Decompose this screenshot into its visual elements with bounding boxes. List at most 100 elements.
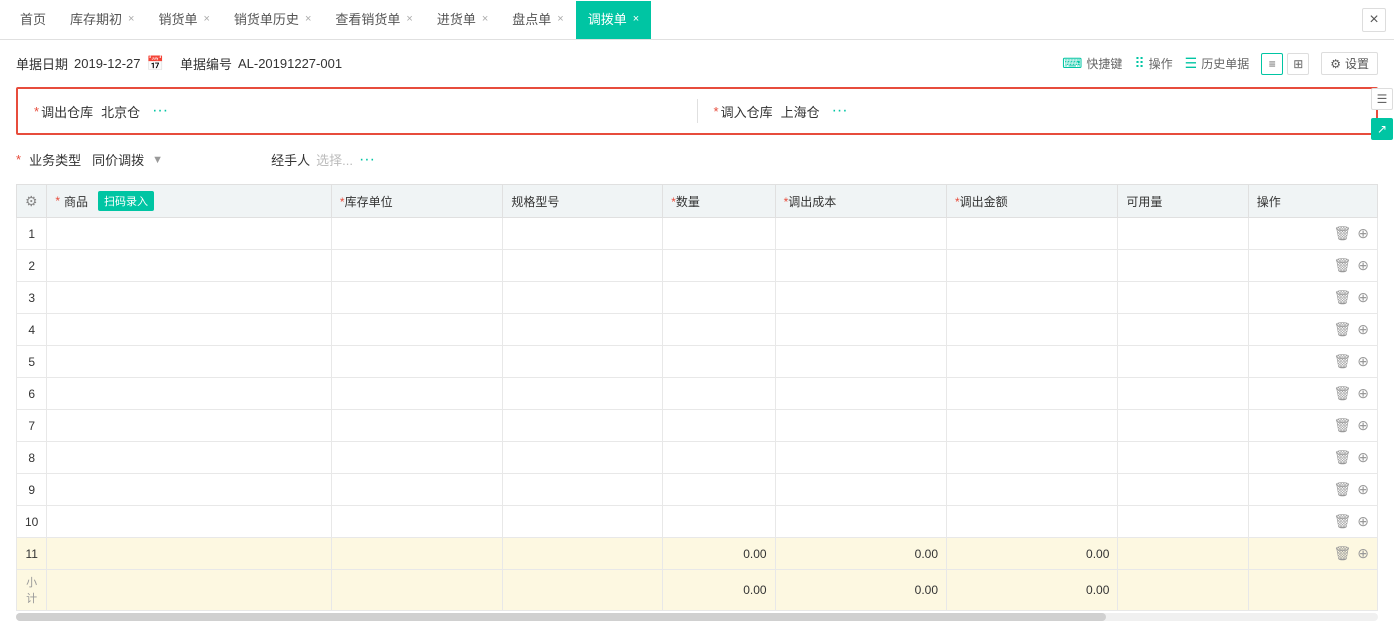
copy-icon-11[interactable]: ⊕ <box>1357 545 1369 562</box>
cell-amount-2[interactable] <box>947 250 1118 282</box>
cell-product-11[interactable] <box>47 538 332 570</box>
cell-product-1[interactable] <box>47 218 332 250</box>
cell-amount-4[interactable] <box>947 314 1118 346</box>
date-value[interactable]: 2019-12-27 <box>74 56 141 71</box>
cell-qty-1[interactable] <box>663 218 775 250</box>
view-toggle-list-button[interactable]: ≡ <box>1261 53 1283 75</box>
cell-qty-2[interactable] <box>663 250 775 282</box>
delete-icon-9[interactable]: 🗑 <box>1333 481 1351 498</box>
transfer-in-more-button[interactable]: ··· <box>832 102 848 120</box>
copy-icon-6[interactable]: ⊕ <box>1357 385 1369 402</box>
delete-icon-8[interactable]: 🗑 <box>1333 449 1351 466</box>
tab-home[interactable]: 首页 <box>8 1 58 39</box>
cell-cost-8[interactable] <box>775 442 946 474</box>
cell-qty-10[interactable] <box>663 506 775 538</box>
cell-available-9[interactable] <box>1118 474 1248 506</box>
cell-cost-6[interactable] <box>775 378 946 410</box>
cell-spec-2[interactable] <box>503 250 663 282</box>
cell-qty-9[interactable] <box>663 474 775 506</box>
tab-sales-order[interactable]: 销货单 × <box>146 1 221 39</box>
close-tab-view-sales[interactable]: × <box>406 13 412 25</box>
shortcut-button[interactable]: ⌨ 快捷键 <box>1062 55 1122 72</box>
cell-spec-6[interactable] <box>503 378 663 410</box>
delete-icon-11[interactable]: 🗑 <box>1333 545 1351 562</box>
cell-spec-7[interactable] <box>503 410 663 442</box>
cell-qty-7[interactable] <box>663 410 775 442</box>
view-toggle-grid-button[interactable]: ⊞ <box>1287 53 1309 75</box>
table-settings-icon[interactable]: ⚙ <box>25 193 38 209</box>
cell-product-3[interactable] <box>47 282 332 314</box>
cell-unit-10[interactable] <box>331 506 502 538</box>
scan-entry-button[interactable]: 扫码录入 <box>98 191 154 211</box>
cell-cost-9[interactable] <box>775 474 946 506</box>
cell-product-2[interactable] <box>47 250 332 282</box>
copy-icon-7[interactable]: ⊕ <box>1357 417 1369 434</box>
close-tab-inventory[interactable]: × <box>557 13 563 25</box>
cell-amount-7[interactable] <box>947 410 1118 442</box>
cell-available-3[interactable] <box>1118 282 1248 314</box>
delete-icon-6[interactable]: 🗑 <box>1333 385 1351 402</box>
cell-unit-5[interactable] <box>331 346 502 378</box>
cell-product-8[interactable] <box>47 442 332 474</box>
tab-inventory[interactable]: 盘点单 × <box>500 1 575 39</box>
cell-unit-7[interactable] <box>331 410 502 442</box>
cell-amount-1[interactable] <box>947 218 1118 250</box>
transfer-out-more-button[interactable]: ··· <box>152 102 168 120</box>
copy-icon-3[interactable]: ⊕ <box>1357 289 1369 306</box>
cell-available-2[interactable] <box>1118 250 1248 282</box>
cell-product-5[interactable] <box>47 346 332 378</box>
operation-button[interactable]: ⠿ 操作 <box>1134 55 1172 72</box>
cell-available-1[interactable] <box>1118 218 1248 250</box>
cell-amount-5[interactable] <box>947 346 1118 378</box>
cell-spec-8[interactable] <box>503 442 663 474</box>
copy-icon-1[interactable]: ⊕ <box>1357 225 1369 242</box>
cell-cost-3[interactable] <box>775 282 946 314</box>
delete-icon-2[interactable]: 🗑 <box>1333 257 1351 274</box>
delete-icon-4[interactable]: 🗑 <box>1333 321 1351 338</box>
delete-icon-10[interactable]: 🗑 <box>1333 513 1351 530</box>
tab-sales-history[interactable]: 销货单历史 × <box>222 1 323 39</box>
cell-product-4[interactable] <box>47 314 332 346</box>
copy-icon-8[interactable]: ⊕ <box>1357 449 1369 466</box>
close-tab-transfer[interactable]: × <box>633 13 639 25</box>
cell-qty-11[interactable]: 0.00 <box>663 538 775 570</box>
biz-type-dropdown[interactable]: 同价调拨 ▼ <box>87 147 247 172</box>
cell-qty-5[interactable] <box>663 346 775 378</box>
delete-icon-5[interactable]: 🗑 <box>1333 353 1351 370</box>
cell-qty-4[interactable] <box>663 314 775 346</box>
cell-unit-2[interactable] <box>331 250 502 282</box>
cell-available-8[interactable] <box>1118 442 1248 474</box>
cell-unit-9[interactable] <box>331 474 502 506</box>
cell-spec-11[interactable] <box>503 538 663 570</box>
cell-amount-11[interactable]: 0.00 <box>947 538 1118 570</box>
transfer-out-value[interactable]: 北京仓 <box>101 102 140 121</box>
cell-available-5[interactable] <box>1118 346 1248 378</box>
sidebar-doc-button[interactable]: ☰ <box>1371 88 1393 110</box>
delete-icon-3[interactable]: 🗑 <box>1333 289 1351 306</box>
cell-amount-10[interactable] <box>947 506 1118 538</box>
copy-icon-9[interactable]: ⊕ <box>1357 481 1369 498</box>
cell-spec-5[interactable] <box>503 346 663 378</box>
cell-spec-10[interactable] <box>503 506 663 538</box>
cell-spec-9[interactable] <box>503 474 663 506</box>
cell-amount-8[interactable] <box>947 442 1118 474</box>
close-tab-sales-history[interactable]: × <box>305 13 311 25</box>
cell-amount-3[interactable] <box>947 282 1118 314</box>
cell-cost-10[interactable] <box>775 506 946 538</box>
cell-unit-11[interactable] <box>331 538 502 570</box>
cell-available-7[interactable] <box>1118 410 1248 442</box>
cell-product-6[interactable] <box>47 378 332 410</box>
tab-view-sales[interactable]: 查看销货单 × <box>323 1 424 39</box>
tab-inventory-init[interactable]: 库存期初 × <box>58 1 146 39</box>
cell-amount-9[interactable] <box>947 474 1118 506</box>
cell-product-10[interactable] <box>47 506 332 538</box>
cell-cost-1[interactable] <box>775 218 946 250</box>
history-button[interactable]: ☰ 历史单据 <box>1185 55 1250 72</box>
person-more-icon[interactable]: ··· <box>359 151 375 169</box>
calendar-icon[interactable]: 📅 <box>147 55 164 72</box>
cell-available-11[interactable] <box>1118 538 1248 570</box>
cell-cost-2[interactable] <box>775 250 946 282</box>
cell-cost-11[interactable]: 0.00 <box>775 538 946 570</box>
cell-product-9[interactable] <box>47 474 332 506</box>
close-tab-sales-order[interactable]: × <box>203 13 209 25</box>
